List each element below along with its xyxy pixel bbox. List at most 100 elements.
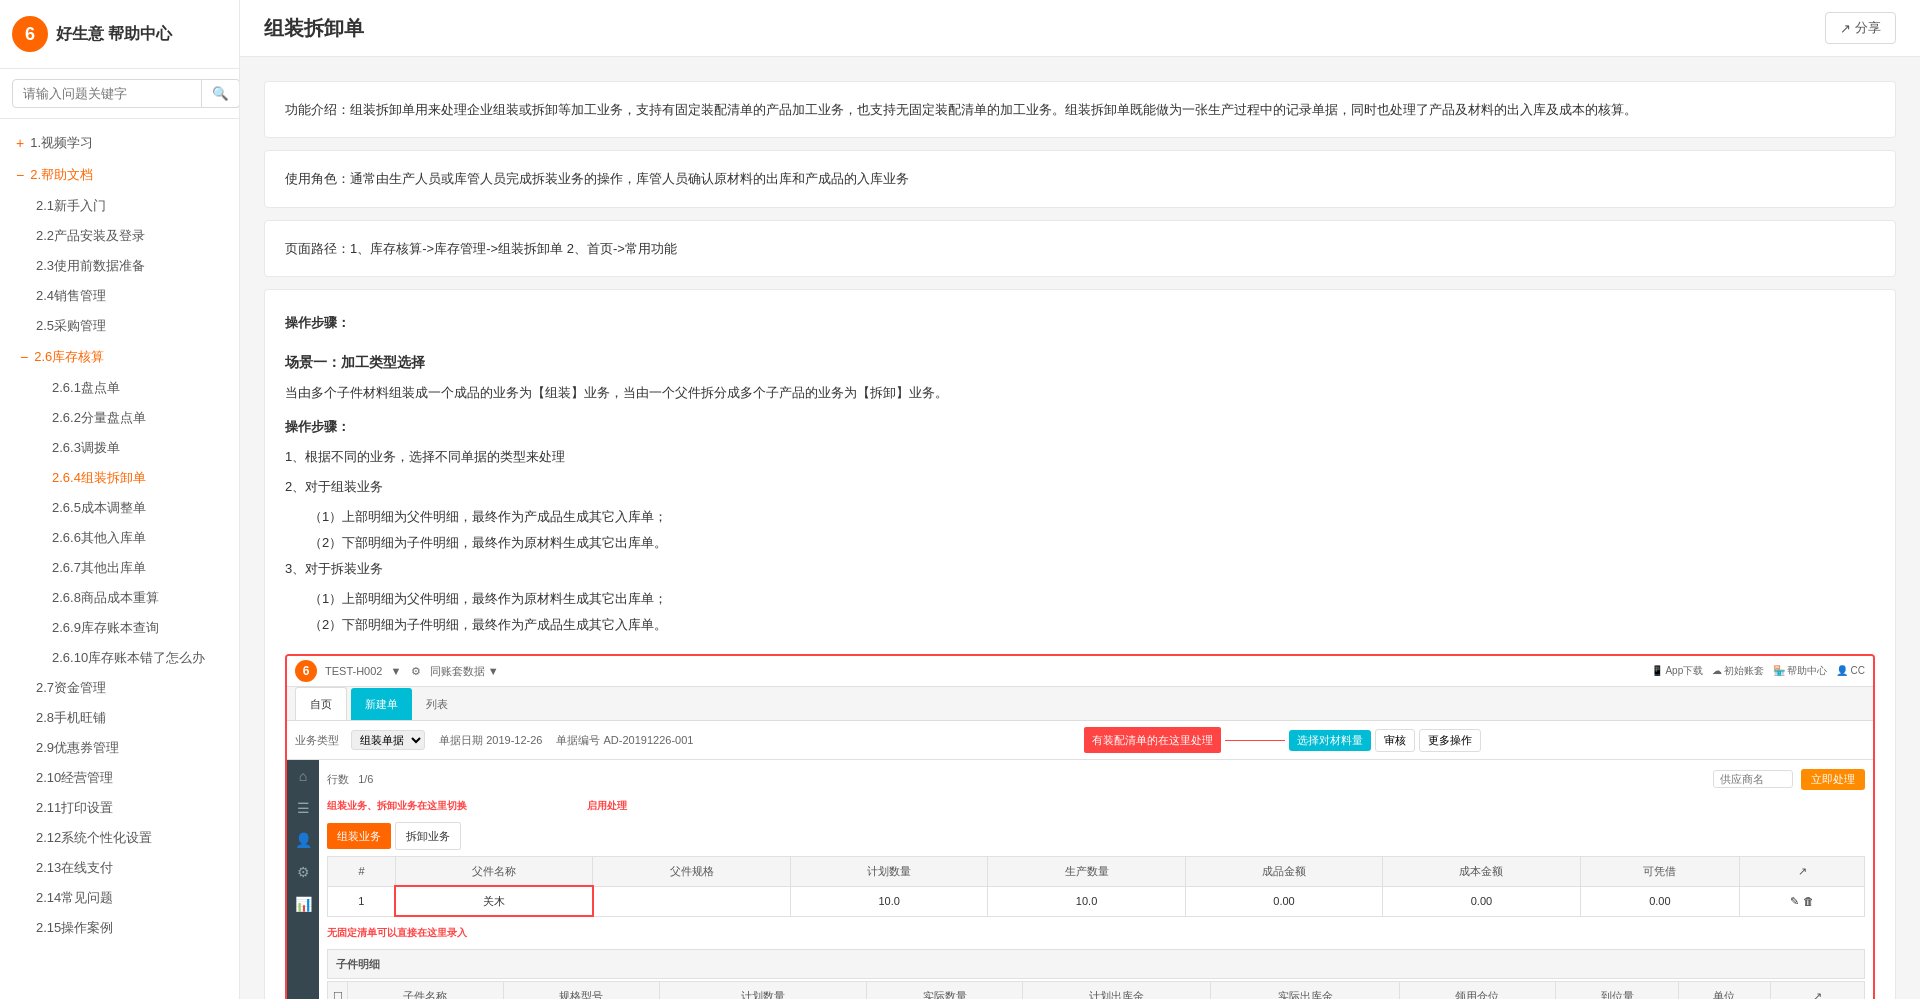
sidebar-item-beginner[interactable]: 2.1新手入门: [0, 191, 239, 221]
content-text: 操作步骤： 场景一：加工类型选择 当由多个子件材料组装成一个成品的业务为【组装】…: [285, 310, 1875, 999]
logo-text: 好生意 帮助中心: [56, 24, 172, 45]
sidebar-item-settings[interactable]: 2.12系统个性化设置: [0, 823, 239, 853]
td-parent-name: 关木: [395, 886, 592, 916]
mock-save-btn[interactable]: 立即处理: [1801, 769, 1865, 790]
th-actions: ↗: [1740, 857, 1865, 887]
scene1-steps-title: 操作步骤：: [285, 414, 1875, 440]
sidebar-item-label: 2.6库存核算: [34, 348, 104, 366]
mock-info-item-count: 行数 1/6: [327, 768, 373, 790]
th-num: #: [328, 857, 396, 887]
path-block: 页面路径：1、库存核算->库存管理->组装拆卸单 2、首页->常用功能: [264, 220, 1896, 277]
mock-body: ⌂ ☰ 👤 ⚙ 📊 行数 1/6: [287, 760, 1873, 999]
mock-type-btn-disassembly[interactable]: 拆卸业务: [395, 822, 461, 850]
sidebar-item-cost-recalc[interactable]: 2.6.8商品成本重算: [0, 583, 239, 613]
sidebar-item-video[interactable]: + 1.视频学习: [0, 127, 239, 159]
sidebar-item-payment[interactable]: 2.13在线支付: [0, 853, 239, 883]
annotation2-text: 组装业务、拆卸业务在这里切换: [327, 796, 467, 816]
sidebar-item-stocktake[interactable]: 2.6.1盘点单: [0, 373, 239, 403]
sidebar-item-transfer[interactable]: 2.6.3调拨单: [0, 433, 239, 463]
main-area: 组装拆卸单 ↗ 分享 功能介绍：组装拆卸单用来处理企业组装或拆卸等加工业务，支持…: [240, 0, 1920, 999]
mock-tab-active: 自页: [295, 687, 347, 720]
th-actual-qty: 实际数量: [867, 982, 1023, 999]
mock-side-icons: ⌂ ☰ 👤 ⚙ 📊: [287, 760, 319, 999]
share-button[interactable]: ↗ 分享: [1825, 12, 1896, 44]
role-block: 使用角色：通常由生产人员或库管人员完成拆装业务的操作，库管人员确认原材料的出库和…: [264, 150, 1896, 207]
mock-logo: 6: [295, 660, 317, 682]
mock-sub-section: 子件明细: [327, 949, 1865, 979]
mock-breadcrumb: ▼ ⚙ 同账套数据 ▼: [390, 660, 1643, 682]
sidebar-item-operations[interactable]: 2.10经营管理: [0, 763, 239, 793]
th-check: ☐: [328, 982, 348, 999]
content-area: 功能介绍：组装拆卸单用来处理企业组装或拆卸等加工业务，支持有固定装配清单的产品加…: [240, 57, 1920, 999]
content-card: 操作步骤： 场景一：加工类型选择 当由多个子件材料组装成一个成品的业务为【组装】…: [264, 289, 1896, 999]
td-parent-spec: [593, 886, 790, 916]
sidebar-item-finance[interactable]: 2.7资金管理: [0, 673, 239, 703]
role-text: 使用角色：通常由生产人员或库管人员完成拆装业务的操作，库管人员确认原材料的出库和…: [285, 167, 1875, 190]
mock-type-select[interactable]: 组装单据: [351, 730, 425, 750]
annotation4-area: 无固定清单可以直接在这里录入: [327, 921, 1865, 943]
sidebar-item-inventory-query[interactable]: 2.6.9库存账本查询: [0, 613, 239, 643]
mock-approve-btn[interactable]: 审核: [1375, 729, 1415, 752]
th-row-actions: ↗: [1770, 982, 1864, 999]
mock-icon-chart: 📊: [287, 888, 319, 920]
sidebar-item-purchase[interactable]: 2.5采购管理: [0, 311, 239, 341]
mock-supplier-input[interactable]: [1713, 770, 1793, 788]
sidebar-item-help-docs[interactable]: − 2.帮助文档: [0, 159, 239, 191]
mock-parent-thead: # 父件名称 父件规格 计划数量 生产数量 成品金额 成本金额 可凭借: [328, 857, 1865, 887]
sidebar-item-cases[interactable]: 2.15操作案例: [0, 913, 239, 943]
sidebar-item-partial-stocktake[interactable]: 2.6.2分量盘点单: [0, 403, 239, 433]
scene1-desc: 当由多个子件材料组装成一个成品的业务为【组装】业务，当由一个父件拆分成多个子产品…: [285, 380, 1875, 406]
th-cost-amt: 成本金额: [1383, 857, 1580, 887]
mock-icon-person: 👤: [287, 824, 319, 856]
step3-1: （1）上部明细为父件明细，最终作为原材料生成其它出库单；: [309, 586, 1875, 612]
step2-2: （2）下部明细为子件明细，最终作为原材料生成其它出库单。: [309, 530, 1875, 556]
sidebar-item-other-out[interactable]: 2.6.7其他出库单: [0, 553, 239, 583]
td-available: 0.00: [1580, 886, 1739, 916]
td-row-action[interactable]: ✎ 🗑: [1740, 886, 1865, 916]
annotation3-text: 启用处理: [587, 796, 627, 816]
sidebar-item-inventory-fix[interactable]: 2.6.10库存账本错了怎么办: [0, 643, 239, 673]
steps-title: 操作步骤：: [285, 310, 1875, 336]
td-cost-amt: 0.00: [1383, 886, 1580, 916]
th-actual-out: 实际出库金: [1211, 982, 1399, 999]
mock-type-btn-assembly[interactable]: 组装业务: [327, 823, 391, 849]
sidebar-item-cost-adjust[interactable]: 2.6.5成本调整单: [0, 493, 239, 523]
sidebar-item-inventory[interactable]: − 2.6库存核算: [0, 341, 239, 373]
sidebar-item-sales[interactable]: 2.4销售管理: [0, 281, 239, 311]
th-available: 可凭借: [1580, 857, 1739, 887]
mock-parent-tbody: 1 关木 10.0 10.0 0.00 0.00 0.00: [328, 886, 1865, 916]
td-row-num: 1: [328, 886, 396, 916]
sidebar-item-label: 2.帮助文档: [30, 166, 93, 184]
mock-tabbar: 自页 新建单 列表: [287, 687, 1873, 721]
th-spec: 规格型号: [503, 982, 659, 999]
annotation4-text: 无固定清单可以直接在这里录入: [327, 927, 467, 938]
mock-type-row: 组装业务 拆卸业务: [327, 822, 1865, 850]
sidebar-item-install[interactable]: 2.2产品安装及登录: [0, 221, 239, 251]
mock-icons: 📱 App下载 ☁ 初始账套 🏪 帮助中心 👤 CC: [1651, 661, 1865, 681]
th-product-amt: 成品金额: [1185, 857, 1382, 887]
sidebar-item-mobile[interactable]: 2.8手机旺铺: [0, 703, 239, 733]
sidebar-item-other-in[interactable]: 2.6.6其他入库单: [0, 523, 239, 553]
search-button[interactable]: 🔍: [202, 79, 240, 108]
search-input[interactable]: [12, 79, 202, 108]
step3-2: （2）下部明细为子件明细，最终作为产成品生成其它入库单。: [309, 612, 1875, 638]
mock-toolbar: 业务类型 组装单据 单据日期 2019-12-26 单据编号 AD-201912…: [287, 721, 1873, 760]
th-prod-qty: 生产数量: [988, 857, 1185, 887]
mock-confirm-btn[interactable]: 选择对材料量: [1289, 730, 1371, 751]
mock-billno-label: 单据编号 AD-20191226-001: [556, 729, 693, 751]
th-parent-name: 父件名称: [395, 857, 592, 887]
mock-tab-list: 列表: [412, 688, 462, 720]
mock-child-thead: ☐ 子件名称 规格型号 计划数量 实际数量 计划出库金 实际出库金 领用仓位 到: [328, 982, 1865, 999]
sidebar-item-faq[interactable]: 2.14常见问题: [0, 883, 239, 913]
intro-text: 功能介绍：组装拆卸单用来处理企业组装或拆卸等加工业务，支持有固定装配清单的产品加…: [285, 98, 1875, 121]
sidebar-item-assembly[interactable]: 2.6.4组装拆卸单: [0, 463, 239, 493]
mock-annotations-row: 组装业务、拆卸业务在这里切换 启用处理: [327, 796, 1865, 816]
step2: 2、对于组装业务: [285, 474, 1875, 500]
page-title: 组装拆卸单: [264, 15, 364, 42]
sidebar-item-coupon[interactable]: 2.9优惠券管理: [0, 733, 239, 763]
sidebar-item-print[interactable]: 2.11打印设置: [0, 793, 239, 823]
mock-more-btn[interactable]: 更多操作: [1419, 729, 1481, 752]
logo-icon: 6: [12, 16, 48, 52]
step3: 3、对于拆装业务: [285, 556, 1875, 582]
sidebar-item-data-prep[interactable]: 2.3使用前数据准备: [0, 251, 239, 281]
